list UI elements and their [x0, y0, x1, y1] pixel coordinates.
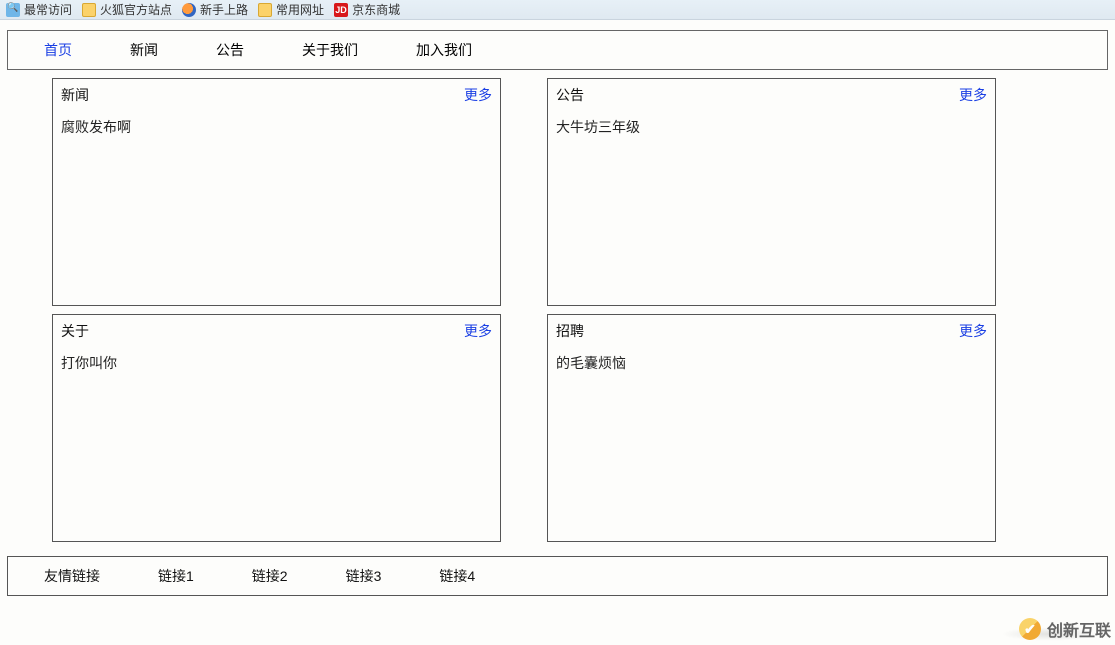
- panel-recruit: 招聘 更多 的毛囊烦恼: [547, 314, 996, 542]
- nav-announce[interactable]: 公告: [216, 40, 244, 60]
- more-link[interactable]: 更多: [464, 85, 492, 105]
- more-link[interactable]: 更多: [464, 321, 492, 341]
- panel-title: 关于: [61, 321, 89, 341]
- main-nav: 首页 新闻 公告 关于我们 加入我们: [7, 30, 1108, 70]
- panel-announce: 公告 更多 大牛坊三年级: [547, 78, 996, 306]
- nav-join[interactable]: 加入我们: [416, 40, 472, 60]
- bookmark-label: 京东商城: [352, 1, 400, 18]
- watermark-icon: ✔: [1019, 618, 1041, 640]
- more-link[interactable]: 更多: [959, 85, 987, 105]
- more-link[interactable]: 更多: [959, 321, 987, 341]
- jd-icon: JD: [334, 3, 348, 17]
- panel-title: 新闻: [61, 85, 89, 105]
- footer-link-1[interactable]: 链接1: [158, 566, 194, 586]
- folder-icon: [82, 3, 96, 17]
- panel-body: 腐败发布啊: [61, 117, 492, 137]
- panel-body: 打你叫你: [61, 353, 492, 373]
- bookmark-label: 火狐官方站点: [100, 1, 172, 18]
- panel-about: 关于 更多 打你叫你: [52, 314, 501, 542]
- page-icon: [6, 3, 20, 17]
- bookmark-label: 常用网址: [276, 1, 324, 18]
- bookmark-most-visited[interactable]: 最常访问: [6, 1, 72, 18]
- nav-about[interactable]: 关于我们: [302, 40, 358, 60]
- folder-icon: [258, 3, 272, 17]
- panel-grid: 新闻 更多 腐败发布啊 公告 更多 大牛坊三年级 关于 更多 打你叫你 招聘 更…: [0, 78, 1115, 542]
- panel-news: 新闻 更多 腐败发布啊: [52, 78, 501, 306]
- watermark-text: 创新互联: [1047, 617, 1111, 641]
- bookmark-bar: 最常访问 火狐官方站点 新手上路 常用网址 JD 京东商城: [0, 0, 1115, 20]
- panel-title: 公告: [556, 85, 584, 105]
- panel-title: 招聘: [556, 321, 584, 341]
- firefox-icon: [182, 3, 196, 17]
- watermark: ✔ 创新互联: [1019, 617, 1111, 641]
- nav-news[interactable]: 新闻: [130, 40, 158, 60]
- bookmark-getting-started[interactable]: 新手上路: [182, 1, 248, 18]
- panel-body: 的毛囊烦恼: [556, 353, 987, 373]
- bookmark-firefox-official[interactable]: 火狐官方站点: [82, 1, 172, 18]
- footer-label: 友情链接: [44, 566, 100, 586]
- bookmark-jd[interactable]: JD 京东商城: [334, 1, 400, 18]
- nav-home[interactable]: 首页: [44, 40, 72, 60]
- footer-link-2[interactable]: 链接2: [252, 566, 288, 586]
- panel-body: 大牛坊三年级: [556, 117, 987, 137]
- footer-link-4[interactable]: 链接4: [439, 566, 475, 586]
- footer: 友情链接 链接1 链接2 链接3 链接4: [0, 550, 1115, 596]
- footer-link-3[interactable]: 链接3: [346, 566, 382, 586]
- bookmark-label: 最常访问: [24, 1, 72, 18]
- bookmark-common-sites[interactable]: 常用网址: [258, 1, 324, 18]
- bookmark-label: 新手上路: [200, 1, 248, 18]
